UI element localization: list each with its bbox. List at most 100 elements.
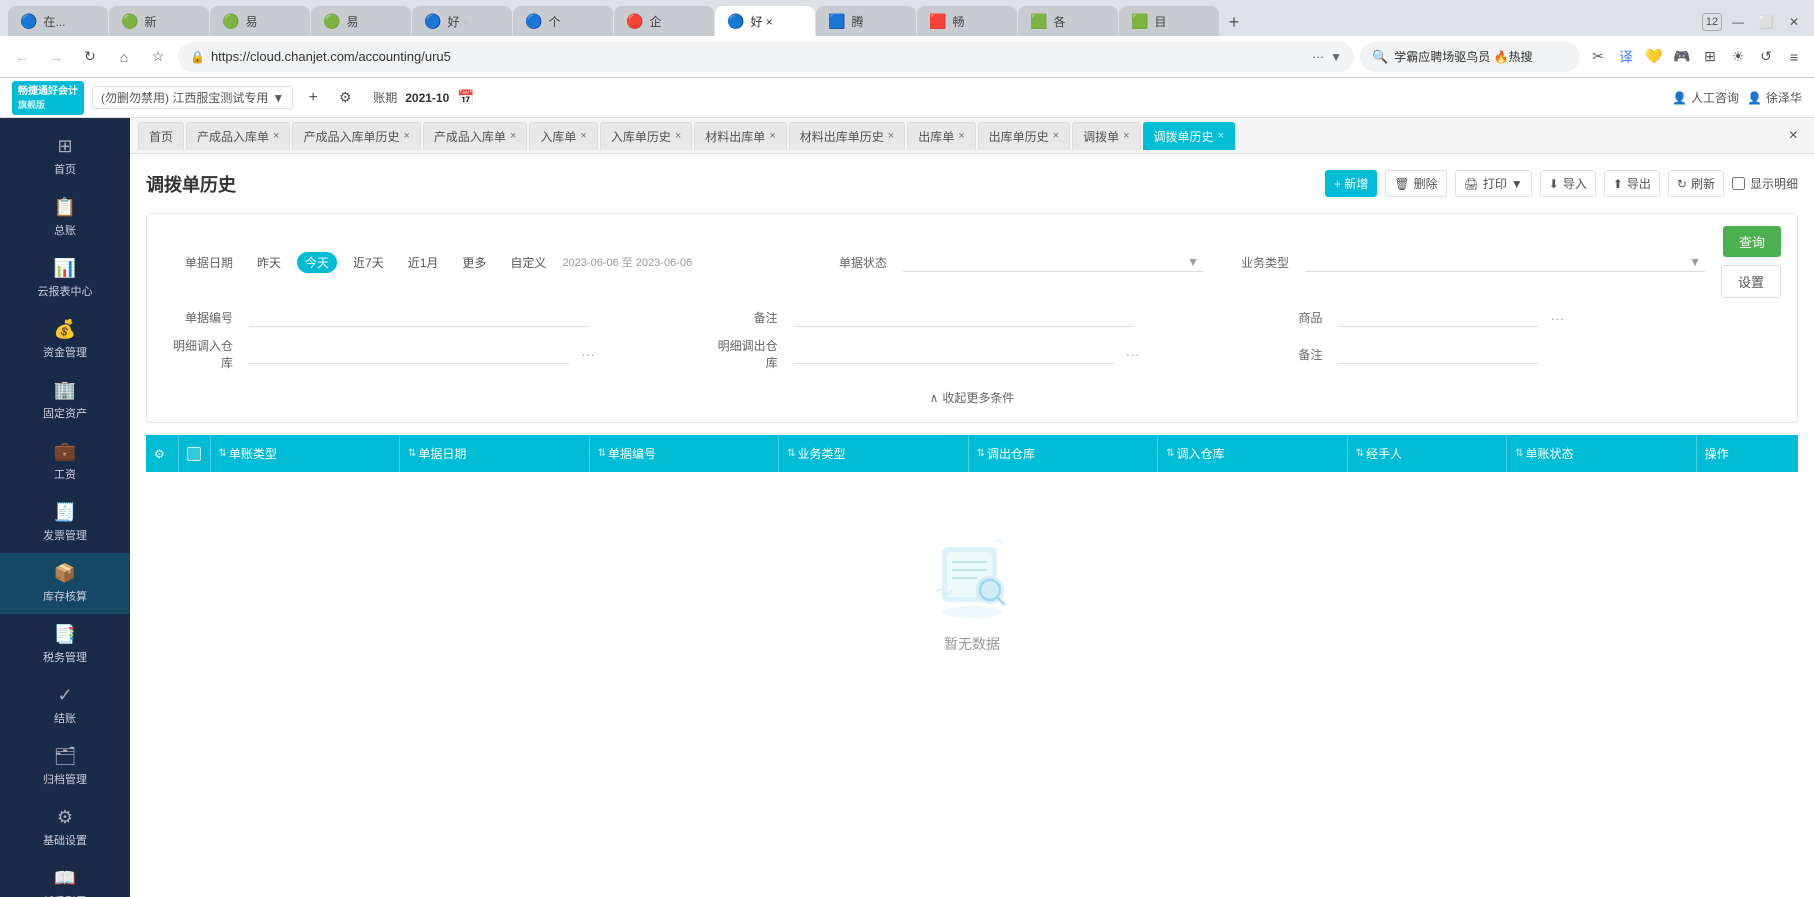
sidebar-item-salary[interactable]: 💼 工资 [0, 431, 130, 492]
note2-input[interactable] [1338, 345, 1538, 364]
table-settings-icon[interactable]: ⚙ [154, 447, 165, 461]
page-tab-transfer-history[interactable]: 调拨单历史 × [1143, 122, 1235, 150]
wallet-icon[interactable]: 💛 [1642, 45, 1666, 69]
th-handler[interactable]: ⇅ 经手人 [1347, 435, 1506, 472]
export-btn[interactable]: ⬆ 导出 [1604, 170, 1660, 197]
detail-out-select-btn[interactable]: ··· [1126, 346, 1140, 362]
date-btn-more[interactable]: 更多 [454, 252, 494, 273]
company-selector[interactable]: (勿删勿禁用) 江西服宝测试专用 ▼ [92, 86, 293, 109]
browser-tab-10[interactable]: 🟥 畅 [917, 6, 1017, 36]
biz-type-filter-select[interactable]: ▼ [1305, 253, 1705, 272]
print-dropdown-icon[interactable]: ▼ [1511, 177, 1523, 191]
sidebar-item-invoice[interactable]: 🧾 发票管理 [0, 492, 130, 553]
browser-tab-12[interactable]: 🟩 目 [1119, 6, 1219, 36]
page-tab-close-10[interactable]: × [1123, 130, 1129, 142]
status-filter-select[interactable]: ▼ [903, 253, 1203, 272]
page-tab-close-2[interactable]: × [403, 130, 409, 142]
browser-tab-2[interactable]: 🟢 新 [109, 6, 209, 36]
url-menu-icon[interactable]: ⋯ [1312, 50, 1324, 64]
page-tab-close-3[interactable]: × [510, 130, 516, 142]
sidebar-item-ledger[interactable]: 📋 总账 [0, 187, 130, 248]
sidebar-item-tax[interactable]: 📑 税务管理 [0, 614, 130, 675]
sidebar-item-archive[interactable]: 🗂 归档管理 [0, 736, 130, 797]
browser-tab-3[interactable]: 🟢 易 [210, 6, 310, 36]
collapse-btn[interactable]: ∧ 收起更多条件 [930, 389, 1015, 406]
th-doc-status[interactable]: ⇅ 单账状态 [1507, 435, 1697, 472]
user-profile-btn[interactable]: 👤 徐泽华 [1747, 89, 1802, 106]
browser-tab-6[interactable]: 🔵 个 [513, 6, 613, 36]
grid-icon[interactable]: ⊞ [1698, 45, 1722, 69]
tab-maximize-btn[interactable]: ⬜ [1754, 10, 1778, 34]
theme-icon[interactable]: ☀ [1726, 45, 1750, 69]
bookmark-button[interactable]: ☆ [144, 43, 172, 71]
page-tab-close-4[interactable]: × [580, 130, 586, 142]
browser-tab-4[interactable]: 🟢 易 [311, 6, 411, 36]
sidebar-item-inventory[interactable]: 📦 库存核算 [0, 553, 130, 614]
page-tab-outbound[interactable]: 出库单 × [907, 122, 975, 150]
th-settings[interactable]: ⚙ [146, 435, 178, 472]
sidebar-item-asset[interactable]: 🏢 固定资产 [0, 370, 130, 431]
date-btn-1month[interactable]: 近1月 [400, 252, 447, 273]
close-all-tabs-btn[interactable]: × [1781, 127, 1806, 145]
th-doc-date[interactable]: ⇅ 单据日期 [400, 435, 590, 472]
page-tab-product-inbound[interactable]: 产成品入库单 × [186, 122, 290, 150]
th-doc-type[interactable]: ⇅ 单账类型 [210, 435, 400, 472]
page-tab-product-inbound-history[interactable]: 产成品入库单历史 × [292, 122, 420, 150]
th-doc-no[interactable]: ⇅ 单据编号 [589, 435, 779, 472]
goods-select-btn[interactable]: ··· [1550, 310, 1564, 326]
page-tab-inbound[interactable]: 入库单 × [529, 122, 597, 150]
delete-btn[interactable]: 🗑 删除 [1385, 170, 1446, 197]
game-icon[interactable]: 🎮 [1670, 45, 1694, 69]
tab-minimize-btn[interactable]: — [1726, 10, 1750, 34]
date-btn-custom[interactable]: 自定义 [502, 252, 554, 273]
refresh-btn[interactable]: ↻ 刷新 [1668, 170, 1724, 197]
back-button[interactable]: ← [8, 43, 36, 71]
add-company-btn[interactable]: + [301, 86, 325, 110]
url-dropdown-icon[interactable]: ▼ [1330, 50, 1342, 64]
browser-search-bar[interactable]: 🔍 学霸应聘场驱鸟员 🔥热搜 [1360, 42, 1580, 72]
detail-out-input[interactable] [794, 345, 1114, 364]
tab-count-badge[interactable]: 12 [1702, 13, 1722, 31]
translate-icon[interactable]: 译 [1614, 45, 1638, 69]
page-tab-inbound-history[interactable]: 入库单历史 × [600, 122, 692, 150]
page-tab-close-1[interactable]: × [273, 130, 279, 142]
page-tab-close-6[interactable]: × [769, 130, 775, 142]
th-in-warehouse[interactable]: ⇅ 调入仓库 [1158, 435, 1348, 472]
sidebar-item-settings[interactable]: ⚙ 基础设置 [0, 797, 130, 858]
company-settings-icon[interactable]: ⚙ [333, 86, 357, 110]
page-tab-close-9[interactable]: × [1053, 130, 1059, 142]
th-out-warehouse[interactable]: ⇅ 调出仓库 [968, 435, 1158, 472]
sidebar-item-guide[interactable]: 📖 新手引导 [0, 858, 130, 897]
docno-input[interactable] [249, 308, 589, 327]
page-tab-transfer[interactable]: 调拨单 × [1072, 122, 1140, 150]
tab-close-btn[interactable]: ✕ [1782, 10, 1806, 34]
home-button[interactable]: ⌂ [110, 43, 138, 71]
browser-tab-7[interactable]: 🔴 企 [614, 6, 714, 36]
page-tab-product-inbound2[interactable]: 产成品入库单 × [423, 122, 527, 150]
sidebar-item-close[interactable]: ✓ 结账 [0, 675, 130, 736]
refresh-button[interactable]: ↻ [76, 43, 104, 71]
browser-tab-9[interactable]: 🟦 腾 [816, 6, 916, 36]
display-toggle-checkbox[interactable] [1732, 177, 1745, 190]
new-tab-button[interactable]: + [1220, 8, 1248, 36]
calendar-icon[interactable]: 📅 [457, 89, 474, 106]
page-tab-material-outbound-history[interactable]: 材料出库单历史 × [789, 122, 905, 150]
page-tab-home[interactable]: 首页 [138, 122, 184, 150]
page-tab-close-5[interactable]: × [675, 130, 681, 142]
detail-in-input[interactable] [249, 345, 569, 364]
browser-tab-8[interactable]: 🔵 好 × [715, 6, 815, 36]
date-btn-7days[interactable]: 近7天 [345, 252, 392, 273]
url-bar[interactable]: 🔒 https://cloud.chanjet.com/accounting/u… [178, 42, 1354, 72]
page-tab-outbound-history[interactable]: 出库单历史 × [978, 122, 1070, 150]
th-checkbox[interactable] [178, 435, 210, 472]
page-tab-close-11[interactable]: × [1218, 130, 1224, 142]
date-btn-today[interactable]: 今天 [297, 252, 337, 273]
print-btn[interactable]: 🖨 打印 ▼ [1455, 170, 1532, 197]
new-btn[interactable]: + 新增 [1325, 170, 1377, 197]
extensions-icon[interactable]: ✂ [1586, 45, 1610, 69]
page-tab-close-8[interactable]: × [958, 130, 964, 142]
sidebar-item-fund[interactable]: 💰 资金管理 [0, 309, 130, 370]
browser-tab-11[interactable]: 🟩 各 [1018, 6, 1118, 36]
th-business-type[interactable]: ⇅ 业务类型 [779, 435, 969, 472]
display-toggle[interactable]: 显示明细 [1732, 175, 1798, 192]
